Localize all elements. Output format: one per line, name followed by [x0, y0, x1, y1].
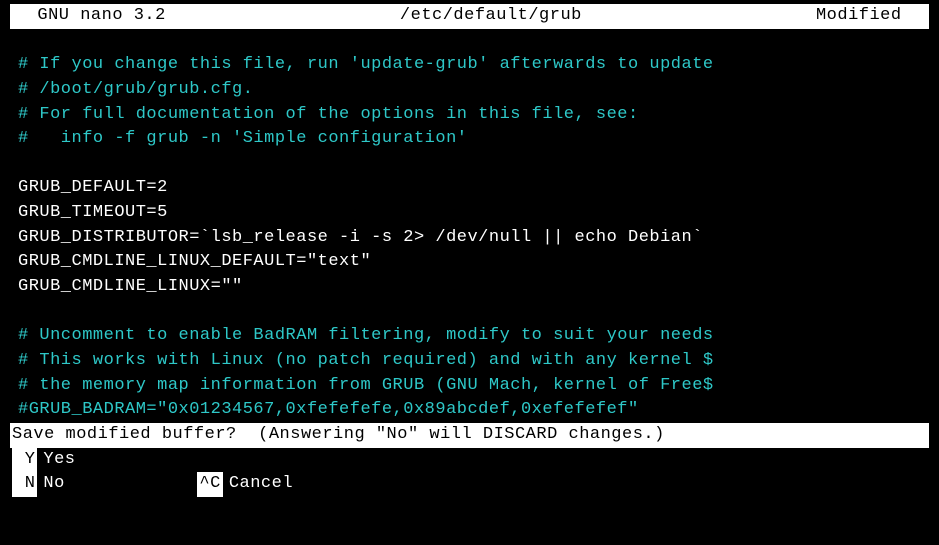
- file-line: # If you change this file, run 'update-g…: [18, 53, 921, 78]
- shortcut-cancel[interactable]: ^CCancel: [197, 472, 382, 497]
- file-content[interactable]: # If you change this file, run 'update-g…: [10, 29, 929, 423]
- file-status: Modified: [816, 4, 923, 29]
- prompt-text: Save modified buffer? (Answering "No" wi…: [12, 423, 665, 448]
- file-line: # /boot/grub/grub.cfg.: [18, 78, 921, 103]
- file-line: GRUB_TIMEOUT=5: [18, 201, 921, 226]
- file-line: GRUB_CMDLINE_LINUX_DEFAULT="text": [18, 250, 921, 275]
- app-name: GNU nano 3.2: [16, 4, 166, 29]
- shortcut-yes[interactable]: YYes: [12, 448, 197, 473]
- titlebar: GNU nano 3.2 /etc/default/grub Modified: [10, 4, 929, 29]
- file-line: # For full documentation of the options …: [18, 103, 921, 128]
- shortcut-row-2: NNo^CCancel: [10, 472, 929, 497]
- shortcut-label: Cancel: [223, 472, 383, 497]
- file-line: # the memory map information from GRUB (…: [18, 374, 921, 399]
- file-line: # Uncomment to enable BadRAM filtering, …: [18, 324, 921, 349]
- shortcut-key: Y: [12, 448, 37, 473]
- shortcut-label: Yes: [37, 448, 197, 473]
- shortcut-key: ^C: [197, 472, 222, 497]
- file-line: #GRUB_BADRAM="0x01234567,0xfefefefe,0x89…: [18, 398, 921, 423]
- file-line: # This works with Linux (no patch requir…: [18, 349, 921, 374]
- cursor: [897, 424, 911, 446]
- shortcut-no[interactable]: NNo: [12, 472, 197, 497]
- file-line: [18, 300, 921, 325]
- shortcut-row-1: YYes: [10, 448, 929, 473]
- file-line: [18, 152, 921, 177]
- shortcut-label: No: [37, 472, 197, 497]
- file-line: [18, 29, 921, 54]
- save-prompt: Save modified buffer? (Answering "No" wi…: [10, 423, 929, 448]
- file-line: GRUB_DEFAULT=2: [18, 176, 921, 201]
- nano-editor-window: GNU nano 3.2 /etc/default/grub Modified …: [0, 0, 939, 497]
- file-line: GRUB_DISTRIBUTOR=`lsb_release -i -s 2> /…: [18, 226, 921, 251]
- file-line: # info -f grub -n 'Simple configuration': [18, 127, 921, 152]
- file-path: /etc/default/grub: [166, 4, 816, 29]
- shortcut-key: N: [12, 472, 37, 497]
- file-line: GRUB_CMDLINE_LINUX="": [18, 275, 921, 300]
